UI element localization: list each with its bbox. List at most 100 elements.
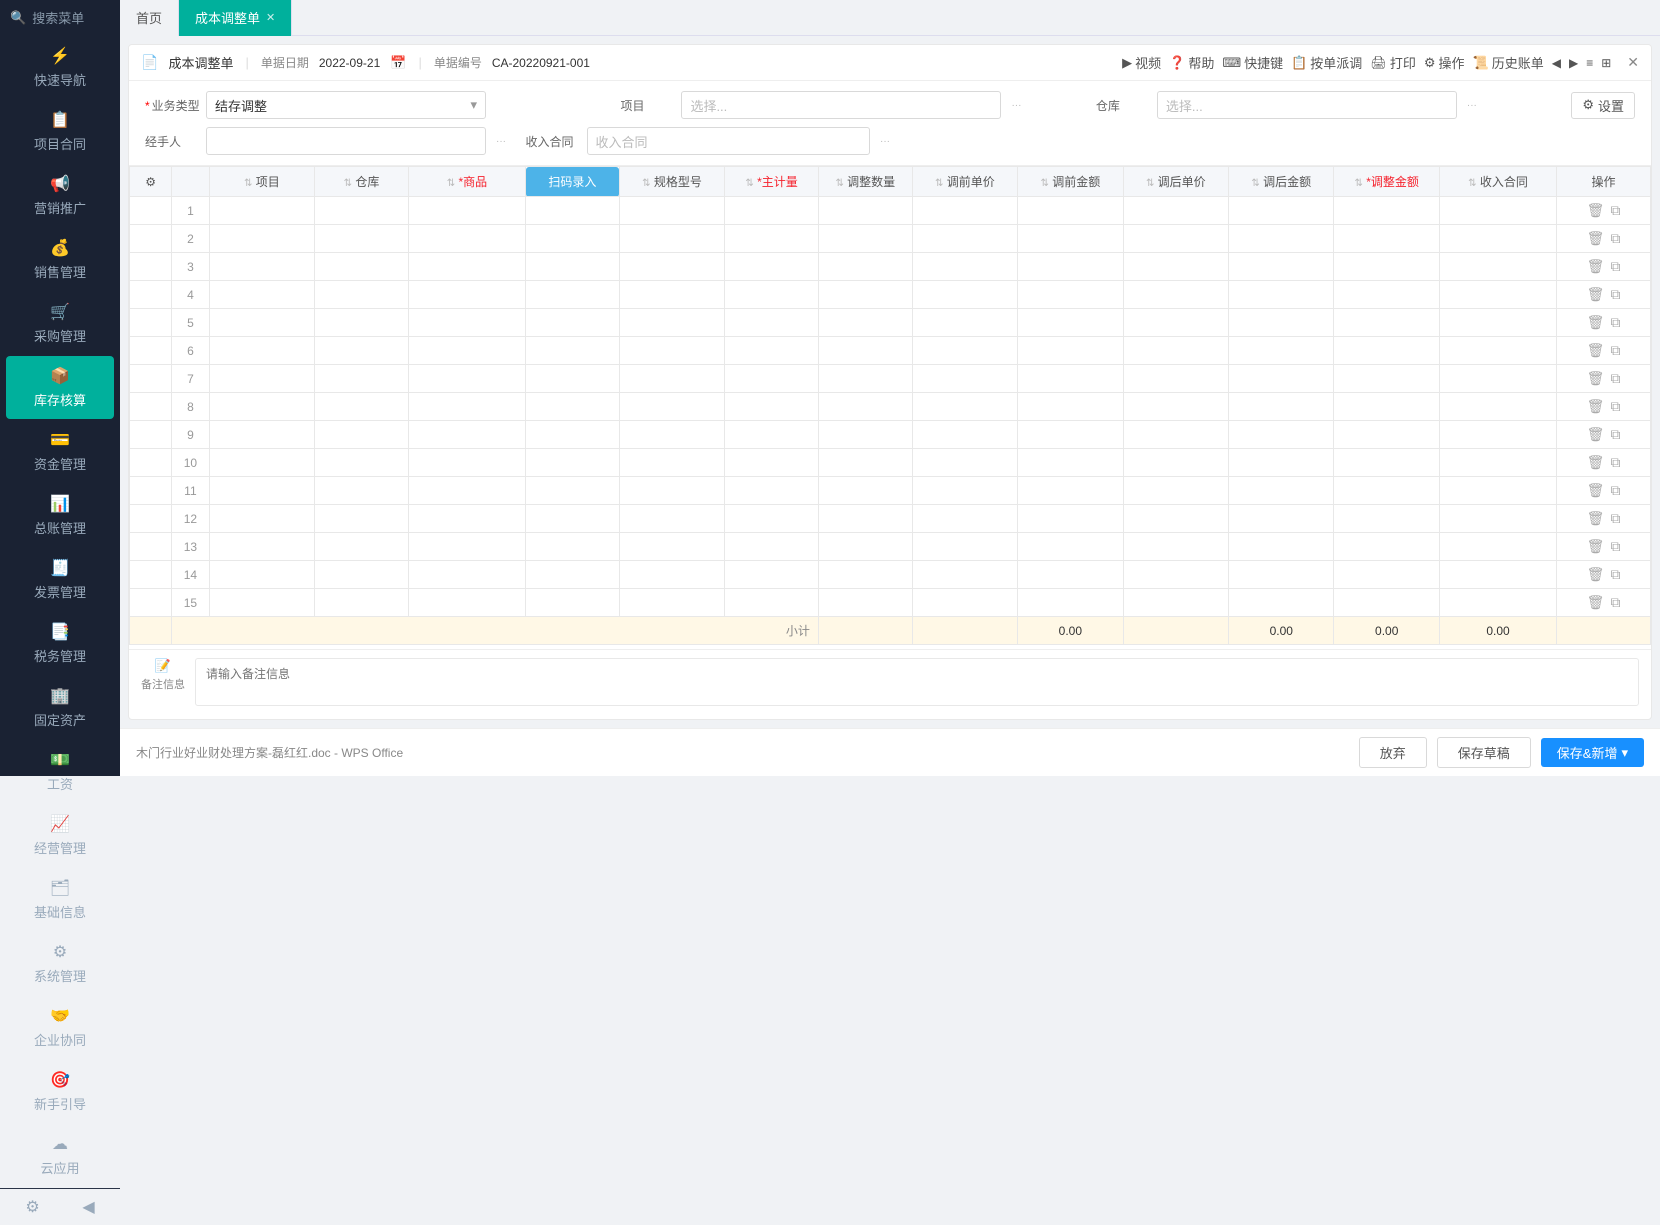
- row-adjust-9[interactable]: [1334, 421, 1439, 449]
- row-unit-5[interactable]: [725, 309, 819, 337]
- row-amount-after-9[interactable]: [1229, 421, 1334, 449]
- row-amount-before-12[interactable]: [1018, 505, 1123, 533]
- delete-icon-9[interactable]: 🗑: [1587, 426, 1605, 443]
- row-scan-6[interactable]: [526, 337, 620, 365]
- row-amount-before-10[interactable]: [1018, 449, 1123, 477]
- delete-icon-2[interactable]: 🗑: [1587, 230, 1605, 247]
- row-amount-before-2[interactable]: [1018, 225, 1123, 253]
- row-amount-before-15[interactable]: [1018, 589, 1123, 617]
- sidebar-item-purchase-mgmt[interactable]: 🛒采购管理: [6, 292, 114, 355]
- row-scan-4[interactable]: [526, 281, 620, 309]
- row-unit-14[interactable]: [725, 561, 819, 589]
- row-scan-12[interactable]: [526, 505, 620, 533]
- row-adjust-10[interactable]: [1334, 449, 1439, 477]
- copy-icon-3[interactable]: ⧉: [1610, 258, 1620, 275]
- copy-icon-9[interactable]: ⧉: [1610, 426, 1620, 443]
- row-warehouse-5[interactable]: [315, 309, 409, 337]
- col-income-header[interactable]: ⇅ 收入合同: [1439, 167, 1556, 197]
- project-input[interactable]: 选择...: [681, 91, 1001, 119]
- row-amount-after-5[interactable]: [1229, 309, 1334, 337]
- row-spec-9[interactable]: [619, 421, 724, 449]
- copy-icon-1[interactable]: ⧉: [1610, 202, 1620, 219]
- row-amount-after-13[interactable]: [1229, 533, 1334, 561]
- row-price-after-8[interactable]: [1123, 393, 1228, 421]
- row-project-13[interactable]: [209, 533, 314, 561]
- delete-icon-3[interactable]: 🗑: [1587, 258, 1605, 275]
- row-project-3[interactable]: [209, 253, 314, 281]
- row-income-1[interactable]: [1439, 197, 1556, 225]
- view-list-btn[interactable]: ≡: [1586, 56, 1593, 70]
- row-amount-after-12[interactable]: [1229, 505, 1334, 533]
- row-scan-9[interactable]: [526, 421, 620, 449]
- delete-icon-1[interactable]: 🗑: [1587, 202, 1605, 219]
- copy-icon-14[interactable]: ⧉: [1610, 566, 1620, 583]
- row-price-after-13[interactable]: [1123, 533, 1228, 561]
- delete-icon-15[interactable]: 🗑: [1587, 594, 1605, 611]
- row-warehouse-7[interactable]: [315, 365, 409, 393]
- row-warehouse-3[interactable]: [315, 253, 409, 281]
- delete-icon-6[interactable]: 🗑: [1587, 342, 1605, 359]
- row-income-6[interactable]: [1439, 337, 1556, 365]
- sidebar-item-fixed-assets[interactable]: 🏢固定资产: [6, 676, 114, 739]
- row-price-after-14[interactable]: [1123, 561, 1228, 589]
- row-project-10[interactable]: [209, 449, 314, 477]
- row-spec-14[interactable]: [619, 561, 724, 589]
- row-price-before-6[interactable]: [912, 337, 1017, 365]
- warehouse-dots[interactable]: ···: [1467, 100, 1477, 111]
- row-amount-after-1[interactable]: [1229, 197, 1334, 225]
- row-adjust-12[interactable]: [1334, 505, 1439, 533]
- row-product-13[interactable]: [408, 533, 525, 561]
- row-unit-15[interactable]: [725, 589, 819, 617]
- row-warehouse-6[interactable]: [315, 337, 409, 365]
- delete-icon-7[interactable]: 🗑: [1587, 370, 1605, 387]
- row-amount-after-4[interactable]: [1229, 281, 1334, 309]
- row-unit-3[interactable]: [725, 253, 819, 281]
- row-project-12[interactable]: [209, 505, 314, 533]
- row-warehouse-12[interactable]: [315, 505, 409, 533]
- toolbar-view-btn[interactable]: ▶视频: [1122, 53, 1161, 72]
- delete-icon-10[interactable]: 🗑: [1587, 454, 1605, 471]
- col-spec-header[interactable]: ⇅ 规格型号: [619, 167, 724, 197]
- row-income-11[interactable]: [1439, 477, 1556, 505]
- row-unit-4[interactable]: [725, 281, 819, 309]
- row-price-after-4[interactable]: [1123, 281, 1228, 309]
- row-amount-before-3[interactable]: [1018, 253, 1123, 281]
- row-price-before-13[interactable]: [912, 533, 1017, 561]
- sidebar-item-sys-mgmt[interactable]: ⚙系统管理: [6, 932, 114, 995]
- row-price-after-1[interactable]: [1123, 197, 1228, 225]
- copy-icon-11[interactable]: ⧉: [1610, 482, 1620, 499]
- sidebar-item-invoice[interactable]: 🧾发票管理: [6, 548, 114, 611]
- handler-dots[interactable]: ···: [496, 136, 506, 147]
- row-product-1[interactable]: [408, 197, 525, 225]
- row-amount-before-5[interactable]: [1018, 309, 1123, 337]
- col-qty-header[interactable]: ⇅ 调整数量: [818, 167, 912, 197]
- toolbar-shortcut-btn[interactable]: ⌨快捷键: [1222, 53, 1283, 72]
- row-product-8[interactable]: [408, 393, 525, 421]
- row-warehouse-4[interactable]: [315, 281, 409, 309]
- row-warehouse-14[interactable]: [315, 561, 409, 589]
- row-qty-7[interactable]: [818, 365, 912, 393]
- row-amount-before-1[interactable]: [1018, 197, 1123, 225]
- row-qty-5[interactable]: [818, 309, 912, 337]
- row-adjust-14[interactable]: [1334, 561, 1439, 589]
- row-warehouse-13[interactable]: [315, 533, 409, 561]
- row-unit-2[interactable]: [725, 225, 819, 253]
- toolbar-history-btn[interactable]: 📜历史账单: [1473, 53, 1544, 72]
- row-price-before-7[interactable]: [912, 365, 1017, 393]
- sidebar-item-project-contract[interactable]: 📋项目合同: [6, 100, 114, 163]
- delete-icon-5[interactable]: 🗑: [1587, 314, 1605, 331]
- row-income-13[interactable]: [1439, 533, 1556, 561]
- row-qty-13[interactable]: [818, 533, 912, 561]
- row-adjust-1[interactable]: [1334, 197, 1439, 225]
- collapse-icon[interactable]: ◀: [82, 1197, 94, 1217]
- row-adjust-11[interactable]: [1334, 477, 1439, 505]
- row-amount-after-2[interactable]: [1229, 225, 1334, 253]
- row-amount-after-10[interactable]: [1229, 449, 1334, 477]
- toolbar-help-btn[interactable]: ❓帮助: [1169, 53, 1214, 72]
- sidebar-search[interactable]: 🔍 搜索菜单: [0, 0, 120, 35]
- copy-icon-2[interactable]: ⧉: [1610, 230, 1620, 247]
- row-unit-13[interactable]: [725, 533, 819, 561]
- row-warehouse-2[interactable]: [315, 225, 409, 253]
- row-income-2[interactable]: [1439, 225, 1556, 253]
- row-price-after-11[interactable]: [1123, 477, 1228, 505]
